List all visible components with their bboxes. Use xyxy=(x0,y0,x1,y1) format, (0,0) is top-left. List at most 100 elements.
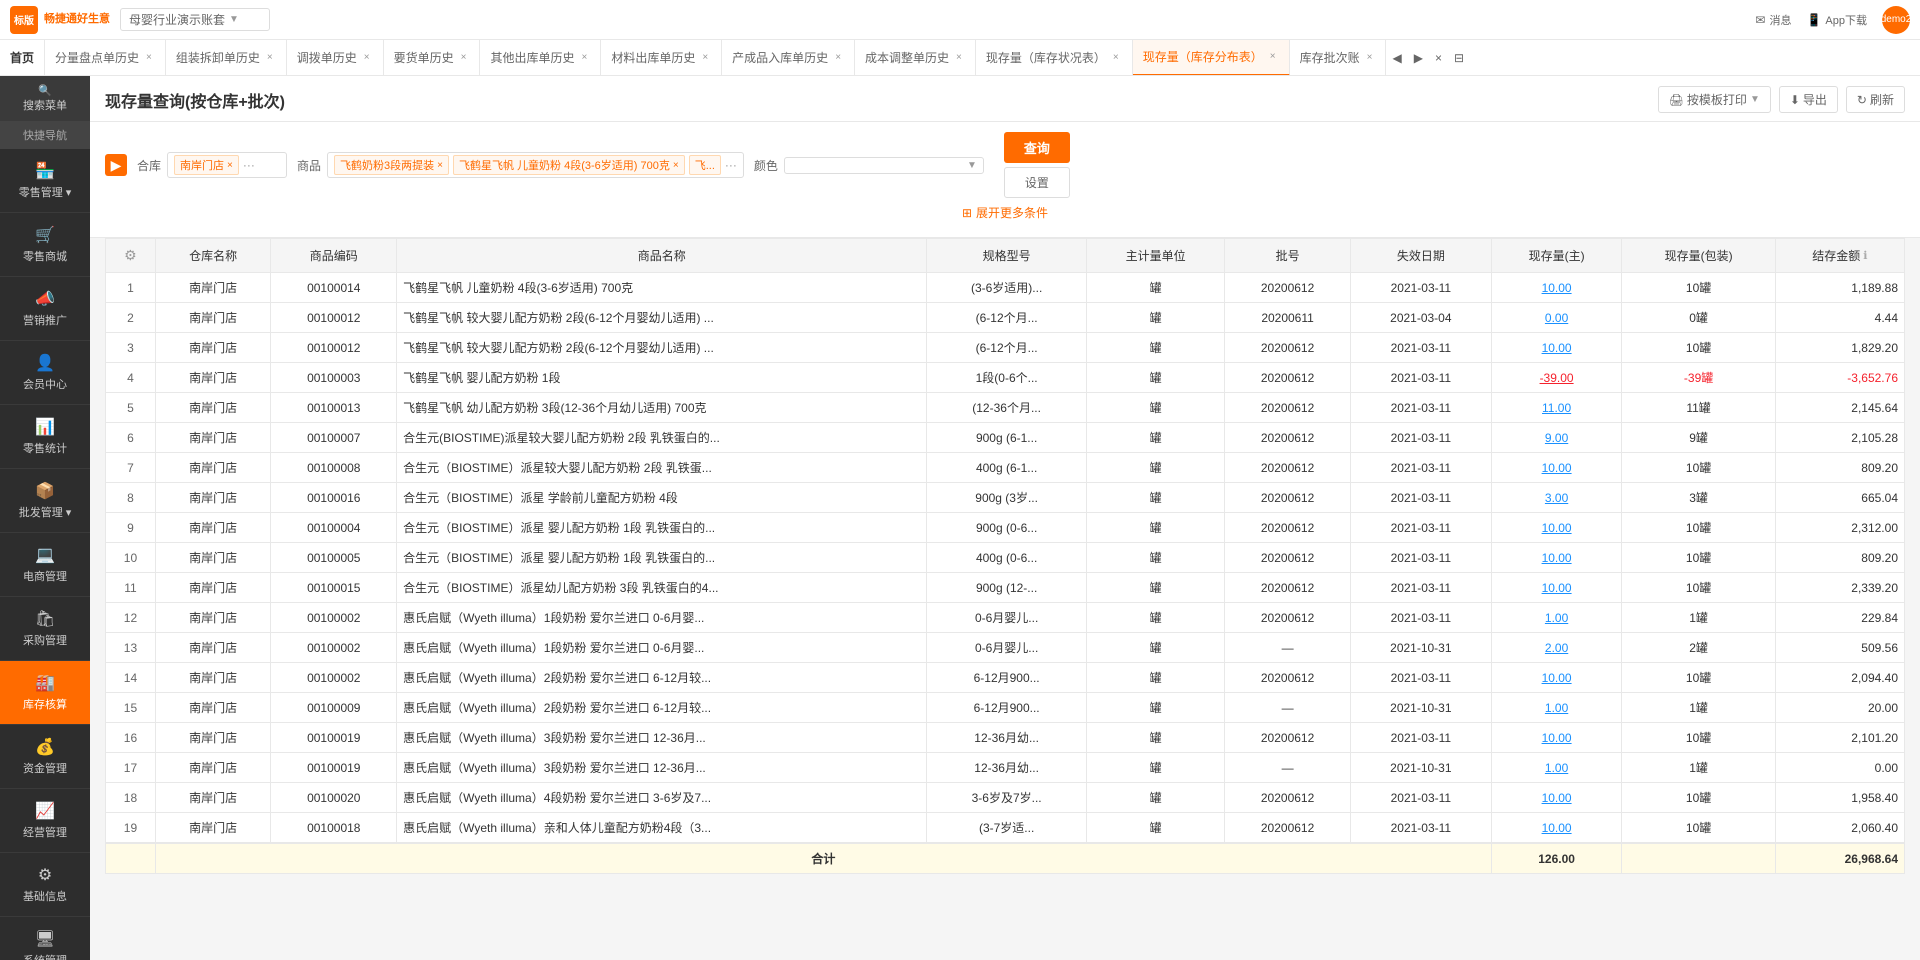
refresh-btn[interactable]: ↻ 刷新 xyxy=(1846,86,1905,113)
cell-stock-main[interactable]: 10.00 xyxy=(1491,813,1622,844)
settings-icon[interactable]: ⚙ xyxy=(124,247,137,263)
export-btn[interactable]: ⬇ 导出 xyxy=(1779,86,1838,113)
filter-toggle[interactable]: ▶ xyxy=(105,154,127,176)
cell-code: 00100007 xyxy=(271,423,397,453)
tab-close-zu-chai[interactable]: × xyxy=(264,51,276,64)
cell-stock-main[interactable]: 9.00 xyxy=(1491,423,1622,453)
tab-yao-huo[interactable]: 要货单历史 × xyxy=(384,40,481,76)
cell-stock-main[interactable]: 10.00 xyxy=(1491,723,1622,753)
tab-home[interactable]: 首页 xyxy=(0,40,45,76)
warehouse-more[interactable]: ··· xyxy=(243,158,255,172)
cell-stock-main[interactable]: 10.00 xyxy=(1491,273,1622,303)
color-container[interactable]: ▼ xyxy=(784,157,984,174)
warehouse-tag-close[interactable]: × xyxy=(227,160,233,171)
tab-close-fen-pan[interactable]: × xyxy=(143,51,155,64)
table-row: 8 南岸门店 00100016 合生元（BIOSTIME）派星 学龄前儿童配方奶… xyxy=(106,483,1905,513)
cell-stock-main[interactable]: 1.00 xyxy=(1491,753,1622,783)
cell-code: 00100012 xyxy=(271,333,397,363)
warehouse-tag-container[interactable]: 南岸门店 × ··· xyxy=(167,152,287,178)
tab-close-tiao-bo[interactable]: × xyxy=(361,51,373,64)
cell-stock-main[interactable]: 1.00 xyxy=(1491,693,1622,723)
cell-stock-main[interactable]: 10.00 xyxy=(1491,333,1622,363)
product-tag-1-close[interactable]: × xyxy=(437,160,443,171)
sidebar-item-member[interactable]: 👤 会员中心 xyxy=(0,341,90,405)
table-row: 15 南岸门店 00100009 惠氏启赋（Wyeth illuma）2段奶粉 … xyxy=(106,693,1905,723)
cell-stock-main[interactable]: 1.00 xyxy=(1491,603,1622,633)
tab-qi-ta[interactable]: 其他出库单历史 × xyxy=(480,40,601,76)
tab-nav-next[interactable]: ▶ xyxy=(1408,51,1429,65)
sidebar-item-wholesale[interactable]: 📦 批发管理 ▾ xyxy=(0,469,90,533)
tab-close-yao-huo[interactable]: × xyxy=(458,51,470,64)
tab-close-cai-liao[interactable]: × xyxy=(699,51,711,64)
sidebar-item-marketing[interactable]: 📣 营销推广 xyxy=(0,277,90,341)
tab-cai-liao[interactable]: 材料出库单历史 × xyxy=(601,40,722,76)
tab-bar: 首页 分量盘点单历史 × 组装拆卸单历史 × 调拨单历史 × 要货单历史 × 其… xyxy=(0,40,1920,76)
tab-close-qi-ta[interactable]: × xyxy=(578,51,590,64)
tab-nav-menu[interactable]: ⊟ xyxy=(1448,51,1470,65)
sidebar-search[interactable]: 🔍 搜索菜单 xyxy=(0,76,90,121)
org-selector[interactable]: 母婴行业演示账套 ▼ xyxy=(120,8,270,31)
expand-more-btn[interactable]: ⊞ 展开更多条件 xyxy=(105,198,1905,227)
query-btn[interactable]: 查询 xyxy=(1004,132,1070,163)
cell-stock-main[interactable]: 2.00 xyxy=(1491,633,1622,663)
sidebar-item-ops[interactable]: 📈 经营管理 xyxy=(0,789,90,853)
sidebar-item-inventory[interactable]: 🏭 库存核算 xyxy=(0,661,90,725)
tab-tiao-bo[interactable]: 调拨单历史 × xyxy=(287,40,384,76)
cell-batch: 20200612 xyxy=(1225,483,1351,513)
sidebar-item-retail-stats[interactable]: 📊 零售统计 xyxy=(0,405,90,469)
cell-stock-main[interactable]: 10.00 xyxy=(1491,543,1622,573)
tab-close-cheng-ben[interactable]: × xyxy=(953,51,965,64)
sidebar-item-purchase[interactable]: 🛍 采购管理 xyxy=(0,597,90,661)
avatar[interactable]: demo2 xyxy=(1882,6,1910,34)
message-btn[interactable]: ✉ 消息 xyxy=(1755,12,1791,28)
tab-cheng-ben[interactable]: 成本调整单历史 × xyxy=(855,40,976,76)
total-label-cell xyxy=(106,843,156,874)
cell-stock-main[interactable]: 3.00 xyxy=(1491,483,1622,513)
tab-zu-chai[interactable]: 组装拆卸单历史 × xyxy=(166,40,287,76)
tab-nav-prev[interactable]: ◀ xyxy=(1386,51,1407,65)
cell-stock-main[interactable]: -39.00 xyxy=(1491,363,1622,393)
tab-close-xian-cun-fenpei[interactable]: × xyxy=(1267,50,1279,63)
tab-fen-pan[interactable]: 分量盘点单历史 × xyxy=(45,40,166,76)
sidebar-item-finance[interactable]: 💰 资金管理 xyxy=(0,725,90,789)
cell-warehouse: 南岸门店 xyxy=(155,483,271,513)
tab-chan-pin[interactable]: 产成品入库单历史 × xyxy=(722,40,855,76)
sidebar-quick-nav[interactable]: 快捷导航 xyxy=(0,121,90,149)
cell-stock-main[interactable]: 0.00 xyxy=(1491,303,1622,333)
cell-unit: 罐 xyxy=(1086,723,1224,753)
page-header: 现存量查询(按仓库+批次) 🖨 按模板打印 ▼ ⬇ 导出 ↻ 刷新 xyxy=(90,76,1920,122)
product-tag-container[interactable]: 飞鹤奶粉3段两提装 × 飞鹤星飞帆 儿童奶粉 4段(3-6岁适用) 700克 ×… xyxy=(327,152,744,178)
tab-xian-cun-fenpei[interactable]: 现存量（库存分布表） × xyxy=(1133,40,1290,76)
cell-stock-main[interactable]: 10.00 xyxy=(1491,513,1622,543)
th-settings[interactable]: ⚙ xyxy=(106,239,156,273)
sidebar-item-basic[interactable]: ⚙ 基础信息 xyxy=(0,853,90,917)
table-row: 4 南岸门店 00100003 飞鹤星飞帆 婴儿配方奶粉 1段 1段(0-6个.… xyxy=(106,363,1905,393)
tab-close-pi-ci[interactable]: × xyxy=(1364,51,1376,64)
sidebar-item-system-label: 系统管理 xyxy=(23,952,67,960)
settings-btn[interactable]: 设置 xyxy=(1004,167,1070,198)
cell-code: 00100003 xyxy=(271,363,397,393)
cell-spec: 400g (0-6... xyxy=(927,543,1087,573)
tab-xian-cun-kucun[interactable]: 现存量（库存状况表） × xyxy=(976,40,1133,76)
tab-nav-close[interactable]: × xyxy=(1429,51,1448,65)
template-print-btn[interactable]: 🖨 按模板打印 ▼ xyxy=(1658,86,1771,113)
product-more[interactable]: ··· xyxy=(725,158,737,172)
sidebar-item-ecommerce[interactable]: 💻 电商管理 xyxy=(0,533,90,597)
cell-code: 00100002 xyxy=(271,633,397,663)
cell-expire: 2021-03-11 xyxy=(1350,423,1491,453)
sidebar-item-retail-mgmt[interactable]: 🏪 零售管理 ▾ xyxy=(0,149,90,213)
sidebar-item-system[interactable]: 🖥 系统管理 xyxy=(0,917,90,960)
cell-stock-main[interactable]: 10.00 xyxy=(1491,573,1622,603)
cell-stock-pkg: 3罐 xyxy=(1622,483,1775,513)
cell-stock-main[interactable]: 11.00 xyxy=(1491,393,1622,423)
app-download-btn[interactable]: 📱 App下载 xyxy=(1806,12,1867,28)
tab-close-xian-cun-kucun[interactable]: × xyxy=(1110,51,1122,64)
cell-stock-main[interactable]: 10.00 xyxy=(1491,663,1622,693)
cell-stock-main[interactable]: 10.00 xyxy=(1491,783,1622,813)
product-tag-2-close[interactable]: × xyxy=(673,160,679,171)
content-area: 现存量查询(按仓库+批次) 🖨 按模板打印 ▼ ⬇ 导出 ↻ 刷新 xyxy=(90,76,1920,960)
sidebar-item-retail-shop[interactable]: 🛒 零售商城 xyxy=(0,213,90,277)
cell-stock-main[interactable]: 10.00 xyxy=(1491,453,1622,483)
tab-pi-ci[interactable]: 库存批次账 × xyxy=(1290,40,1387,76)
tab-close-chan-pin[interactable]: × xyxy=(832,51,844,64)
